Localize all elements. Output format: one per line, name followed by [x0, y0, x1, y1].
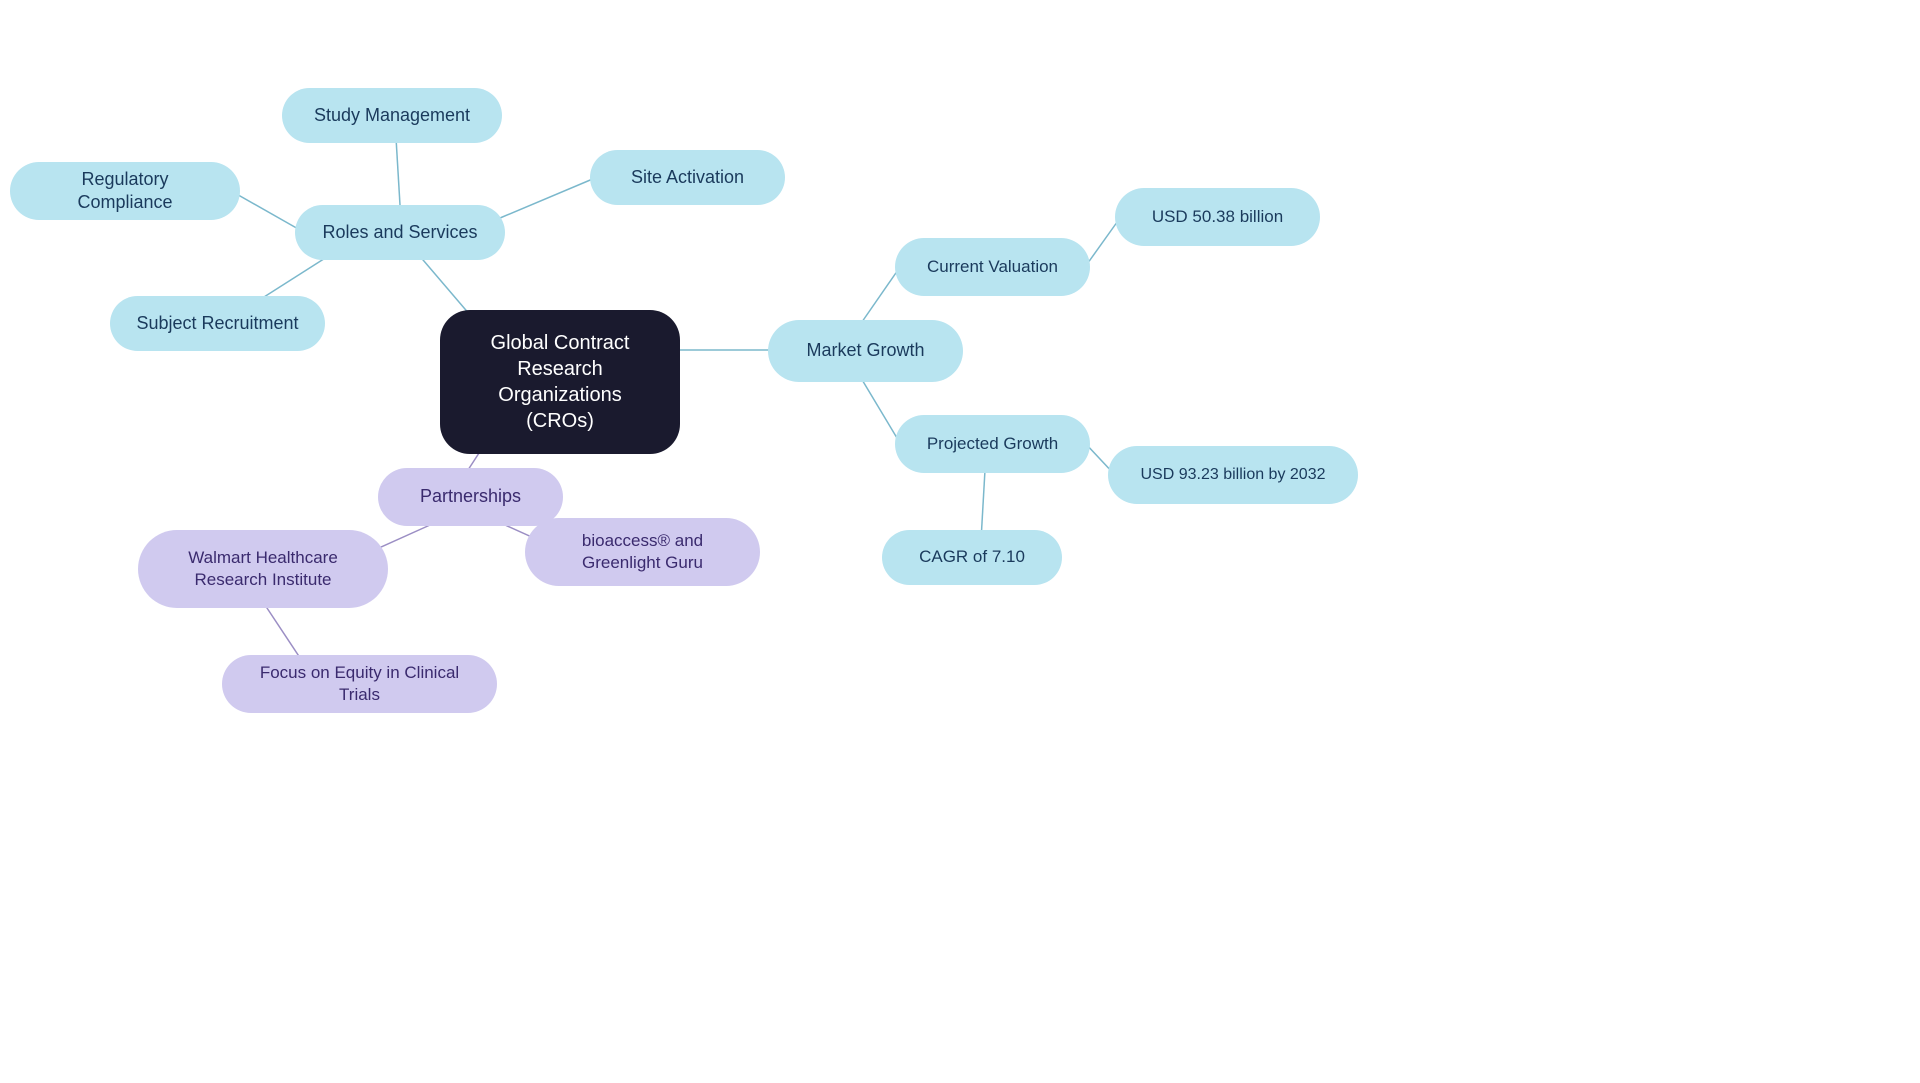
mindmap-container: Global Contract Research Organizations (…	[0, 0, 1920, 1083]
market-growth-node: Market Growth	[768, 320, 963, 382]
cagr-node: CAGR of 7.10	[882, 530, 1062, 585]
center-label: Global Contract Research Organizations (…	[464, 330, 656, 434]
regulatory-compliance-label: Regulatory Compliance	[32, 168, 218, 215]
current-valuation-label: Current Valuation	[927, 256, 1058, 278]
usd-93-label: USD 93.23 billion by 2032	[1140, 465, 1325, 486]
subject-recruitment-node: Subject Recruitment	[110, 296, 325, 351]
bioaccess-label: bioaccess® and Greenlight Guru	[547, 530, 738, 574]
equity-node: Focus on Equity in Clinical Trials	[222, 655, 497, 713]
cagr-label: CAGR of 7.10	[919, 546, 1025, 568]
walmart-label: Walmart Healthcare Research Institute	[160, 547, 366, 591]
projected-growth-node: Projected Growth	[895, 415, 1090, 473]
study-management-node: Study Management	[282, 88, 502, 143]
market-growth-label: Market Growth	[806, 339, 924, 362]
usd-93-node: USD 93.23 billion by 2032	[1108, 446, 1358, 504]
equity-label: Focus on Equity in Clinical Trials	[244, 662, 475, 706]
projected-growth-label: Projected Growth	[927, 433, 1058, 455]
usd-50-node: USD 50.38 billion	[1115, 188, 1320, 246]
partnerships-node: Partnerships	[378, 468, 563, 526]
walmart-node: Walmart Healthcare Research Institute	[138, 530, 388, 608]
study-management-label: Study Management	[314, 104, 470, 127]
usd-50-label: USD 50.38 billion	[1152, 206, 1283, 228]
center-node: Global Contract Research Organizations (…	[440, 310, 680, 454]
site-activation-label: Site Activation	[631, 166, 744, 189]
partnerships-label: Partnerships	[420, 485, 521, 508]
subject-recruitment-label: Subject Recruitment	[136, 312, 298, 335]
roles-services-node: Roles and Services	[295, 205, 505, 260]
regulatory-compliance-node: Regulatory Compliance	[10, 162, 240, 220]
site-activation-node: Site Activation	[590, 150, 785, 205]
bioaccess-node: bioaccess® and Greenlight Guru	[525, 518, 760, 586]
roles-services-label: Roles and Services	[322, 221, 477, 244]
current-valuation-node: Current Valuation	[895, 238, 1090, 296]
